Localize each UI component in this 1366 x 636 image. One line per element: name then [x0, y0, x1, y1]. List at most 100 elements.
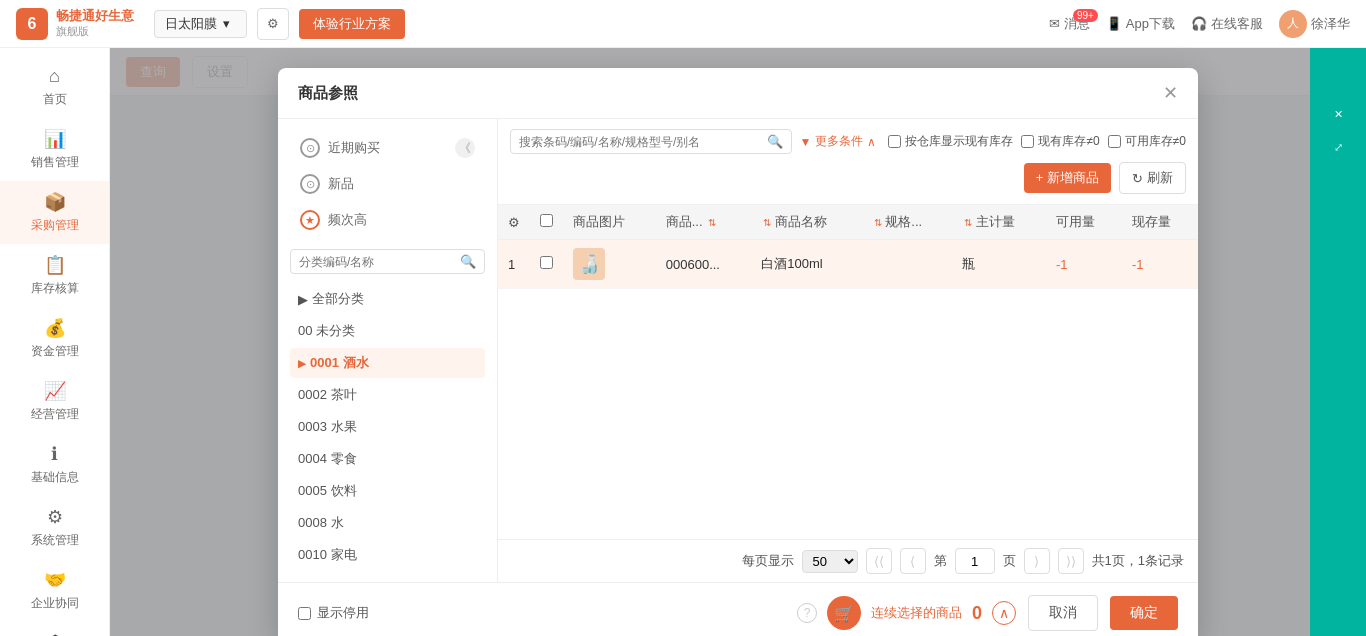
category-item-0008[interactable]: 0008 水 [290, 508, 485, 538]
more-conditions-button[interactable]: ▼ 更多条件 ∧ [800, 133, 877, 150]
category-label-0005: 0005 饮料 [298, 482, 357, 500]
app-download-button[interactable]: 📱 App下载 [1106, 15, 1175, 33]
prev-page-button[interactable]: ⟨ [900, 548, 926, 574]
sort-code-icon: ⇅ [708, 217, 716, 228]
sidebar-item-purchase[interactable]: 📦 采购管理 [0, 181, 109, 244]
category-item-00[interactable]: 00 未分类 [290, 316, 485, 346]
th-code[interactable]: 商品... ⇅ [656, 205, 752, 240]
select-all-checkbox[interactable] [540, 214, 553, 227]
sidebar-item-inventory[interactable]: 📋 库存核算 [0, 244, 109, 307]
tab-new[interactable]: ⊙ 新品 [290, 167, 485, 201]
finance-icon: 💰 [44, 317, 66, 339]
collapse-cart-button[interactable]: ∧ [992, 601, 1016, 625]
service-button[interactable]: 🎧 在线客服 [1191, 15, 1263, 33]
th-unit[interactable]: ⇅ 主计量 [952, 205, 1046, 240]
category-item-0010[interactable]: 0010 家电 [290, 540, 485, 570]
category-search[interactable]: 🔍 [290, 249, 485, 274]
modal-close-button[interactable]: ✕ [1163, 82, 1178, 104]
th-name[interactable]: ⇅ 商品名称 [751, 205, 861, 240]
sidebar-label-collab: 企业协同 [31, 595, 79, 612]
page-input[interactable] [955, 548, 995, 574]
logo-icon: 6 [16, 8, 48, 40]
messages-button[interactable]: ✉ 消息 99+ [1049, 15, 1090, 33]
product-table: ⚙ 商品图片 商品... ⇅ ⇅ [498, 205, 1198, 289]
topbar-right: ✉ 消息 99+ 📱 App下载 🎧 在线客服 人 徐泽华 [1049, 10, 1350, 38]
sidebar-item-home[interactable]: ⌂ 首页 [0, 56, 109, 118]
sidebar-item-collab[interactable]: 🤝 企业协同 [0, 559, 109, 622]
cancel-button[interactable]: 取消 [1028, 595, 1098, 631]
filter-stock-label: 现有库存≠0 [1038, 133, 1099, 150]
th-unit-label: 主计量 [976, 214, 1015, 229]
cart-area: ? 🛒 连续选择的商品 0 ∧ [797, 596, 1016, 630]
tab-frequent[interactable]: ★ 频次高 [290, 203, 485, 237]
last-page-button[interactable]: ⟩⟩ [1058, 548, 1084, 574]
tab-frequent-label: 频次高 [328, 211, 367, 229]
th-settings[interactable]: ⚙ [498, 205, 530, 240]
th-spec[interactable]: ⇅ 规格... [862, 205, 953, 240]
sidebar-item-finance[interactable]: 💰 资金管理 [0, 307, 109, 370]
category-item-0002[interactable]: 0002 茶叶 [290, 380, 485, 410]
filter-warehouse-checkbox[interactable] [888, 135, 901, 148]
sidebar-collapse-button[interactable]: 《 [455, 138, 475, 158]
filter-available-checkbox[interactable] [1108, 135, 1121, 148]
first-page-button[interactable]: ⟨⟨ [866, 548, 892, 574]
sales-icon: 📊 [44, 128, 66, 150]
category-search-input[interactable] [299, 255, 460, 269]
teal-close-button[interactable]: ✕ [1334, 108, 1343, 121]
sidebar-label-system: 系统管理 [31, 532, 79, 549]
category-item-0004[interactable]: 0004 零食 [290, 444, 485, 474]
teal-expand-button[interactable]: ⤢ [1334, 141, 1343, 154]
row-name: 白酒100ml [751, 240, 861, 289]
row-checkbox[interactable] [530, 240, 563, 289]
table-header-row: ⚙ 商品图片 商品... ⇅ ⇅ [498, 205, 1198, 240]
filter-stock-checkbox[interactable] [1021, 135, 1034, 148]
show-disabled-checkbox[interactable] [298, 607, 311, 620]
more-conditions-label: 更多条件 [815, 133, 863, 150]
sidebar-item-business[interactable]: 📈 经营管理 [0, 370, 109, 433]
row-image: 🍶 [563, 240, 656, 289]
show-disabled-label: 显示停用 [317, 604, 369, 622]
search-icon: 🔍 [767, 134, 783, 149]
app-label: App下载 [1126, 15, 1175, 33]
refresh-button[interactable]: ↻ 刷新 [1119, 162, 1186, 194]
next-page-button[interactable]: ⟩ [1024, 548, 1050, 574]
category-item-0001[interactable]: ▶ 0001 酒水 [290, 348, 485, 378]
topbar: 6 畅捷通好生意 旗舰版 日太阳膜 ▾ ⚙ 体验行业方案 ✉ 消息 99+ 📱 … [0, 0, 1366, 48]
per-page-select[interactable]: 50 100 200 [802, 550, 858, 573]
row-available: -1 [1046, 240, 1122, 289]
table-row[interactable]: 1 🍶 000600... 白酒100ml 瓶 [498, 240, 1198, 289]
add-product-button[interactable]: + 新增商品 [1024, 163, 1111, 193]
sidebar-label-home: 首页 [43, 91, 67, 108]
sidebar-item-guide[interactable]: 🎓 新手引导 [0, 622, 109, 636]
teal-strip: ✕ ⤢ [1310, 48, 1366, 636]
store-dropdown[interactable]: 日太阳膜 ▾ [154, 10, 247, 38]
chevron-up-icon: ∧ [867, 135, 876, 149]
product-search-input[interactable] [519, 135, 767, 149]
user-area[interactable]: 人 徐泽华 [1279, 10, 1350, 38]
show-disabled-wrap[interactable]: 显示停用 [298, 604, 369, 622]
category-label-0002: 0002 茶叶 [298, 386, 357, 404]
help-icon[interactable]: ? [797, 603, 817, 623]
sidebar-item-basic[interactable]: ℹ 基础信息 [0, 433, 109, 496]
gear-button[interactable]: ⚙ [257, 8, 289, 40]
th-checkbox[interactable] [530, 205, 563, 240]
th-spec-label: 规格... [885, 214, 922, 229]
row-select-checkbox[interactable] [540, 256, 553, 269]
filter-warehouse[interactable]: 按仓库显示现有库存 [888, 133, 1013, 150]
page-content: 查询 设置 ✕ ⤢ 商品参照 ✕ [110, 48, 1366, 636]
tab-recent[interactable]: ⊙ 近期购买 《 [290, 131, 485, 165]
filter-stock-neq0[interactable]: 现有库存≠0 [1021, 133, 1099, 150]
sidebar-item-system[interactable]: ⚙ 系统管理 [0, 496, 109, 559]
sidebar-label-basic: 基础信息 [31, 469, 79, 486]
category-item-all[interactable]: ▶ 全部分类 [290, 284, 485, 314]
filter-warehouse-label: 按仓库显示现有库存 [905, 133, 1013, 150]
product-search-wrap[interactable]: 🔍 [510, 129, 792, 154]
sidebar-item-sales[interactable]: 📊 销售管理 [0, 118, 109, 181]
experience-button[interactable]: 体验行业方案 [299, 9, 405, 39]
filter-available-neq0[interactable]: 可用库存≠0 [1108, 133, 1186, 150]
confirm-button[interactable]: 确定 [1110, 596, 1178, 630]
category-item-0005[interactable]: 0005 饮料 [290, 476, 485, 506]
cart-icon-button[interactable]: 🛒 [827, 596, 861, 630]
category-item-0003[interactable]: 0003 水果 [290, 412, 485, 442]
sidebar-label-finance: 资金管理 [31, 343, 79, 360]
